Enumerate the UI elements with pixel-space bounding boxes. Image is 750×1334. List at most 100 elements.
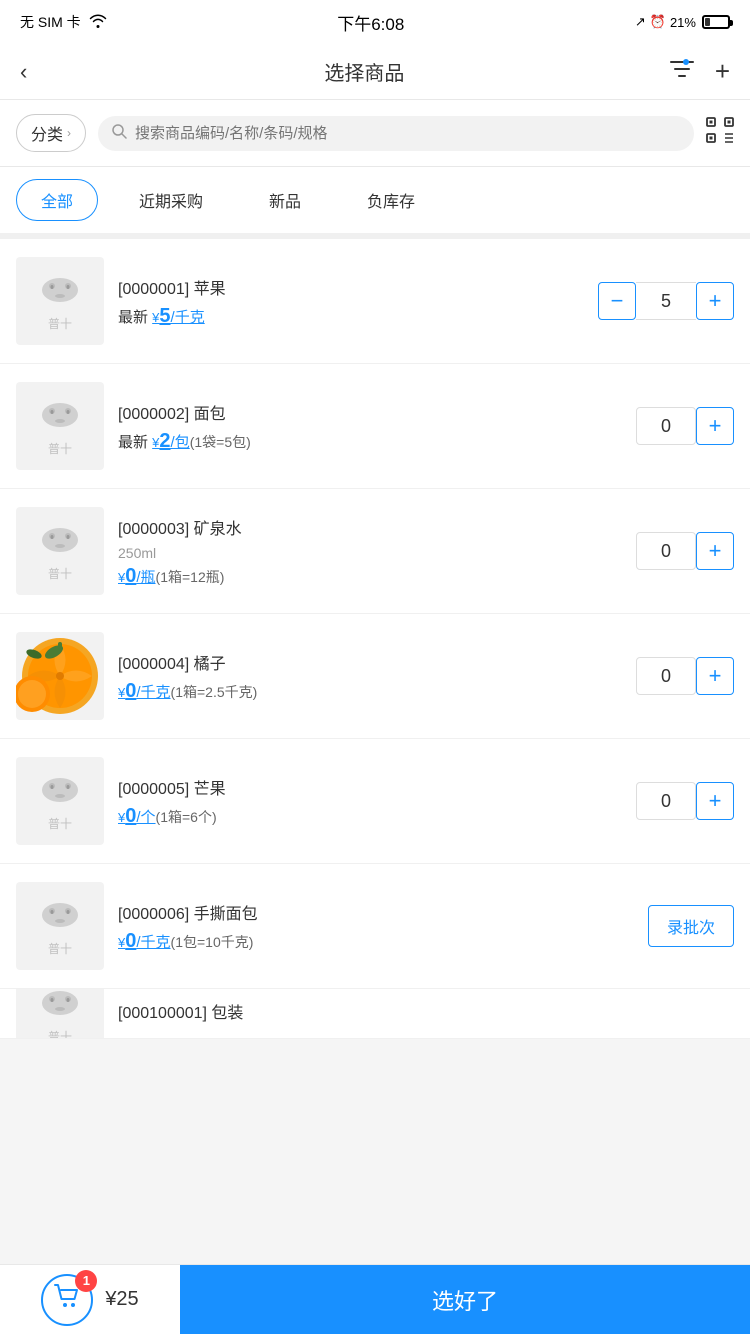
product-price: 最新 ¥2/包(1袋=5包)	[118, 430, 622, 453]
increase-button[interactable]: +	[696, 532, 734, 570]
product-price: ¥0/千克(1箱=2.5千克)	[118, 680, 622, 703]
brand-icon	[38, 520, 82, 561]
tab-recent[interactable]: 近期采购	[114, 179, 228, 221]
brand-text: 普十	[48, 1028, 72, 1040]
product-info: [0000003] 矿泉水 250ml ¥0/瓶(1箱=12瓶)	[118, 515, 622, 588]
product-image: 普十	[16, 882, 104, 970]
list-item: 普十 [0000005] 芒果 ¥0/个(1箱=6个) +	[0, 739, 750, 864]
filter-icon[interactable]	[669, 58, 695, 85]
product-info: [000100001] 包装	[118, 999, 734, 1029]
brand-text: 普十	[48, 440, 72, 457]
decrease-button[interactable]: −	[598, 282, 636, 320]
quantity-input[interactable]	[636, 782, 696, 820]
list-item: 普十 [0000006] 手撕面包 ¥0/千克(1包=10千克) 录批次	[0, 864, 750, 989]
cart-button[interactable]: 1	[41, 1274, 93, 1326]
search-wrapper	[98, 116, 694, 151]
brand-icon	[38, 270, 82, 311]
placeholder-image: 普十	[16, 882, 104, 970]
price-value: 0	[125, 680, 136, 702]
tab-negative-stock[interactable]: 负库存	[342, 179, 440, 221]
brand-text: 普十	[48, 315, 72, 332]
quantity-control: +	[636, 782, 734, 820]
filter-tabs: 全部 近期采购 新品 负库存	[0, 167, 750, 239]
cart-total: ¥25	[105, 1288, 138, 1311]
price-unit-text: /个	[136, 809, 155, 826]
list-item: 普十 [0000003] 矿泉水 250ml ¥0/瓶(1箱=12瓶) +	[0, 489, 750, 614]
tab-new[interactable]: 新品	[244, 179, 326, 221]
placeholder-image: 普十	[16, 507, 104, 595]
product-price: 最新 ¥5/千克	[118, 305, 584, 328]
category-button[interactable]: 分类 ›	[16, 114, 86, 152]
bottom-bar: 1 ¥25 选好了	[0, 1264, 750, 1334]
carrier-text: 无 SIM 卡	[20, 12, 81, 32]
product-image: 普十	[16, 382, 104, 470]
nav-actions: +	[669, 56, 730, 87]
confirm-button[interactable]: 选好了	[180, 1265, 750, 1334]
brand-text: 普十	[48, 940, 72, 957]
brand-icon	[38, 895, 82, 936]
quantity-input[interactable]	[636, 407, 696, 445]
price-value: 0	[125, 805, 136, 827]
quantity-control: +	[636, 407, 734, 445]
price-pack: (1包=10千克)	[171, 934, 254, 950]
quantity-control: +	[636, 532, 734, 570]
product-name: [0000001] 苹果	[118, 275, 584, 299]
price-pack: (1箱=6个)	[156, 809, 217, 825]
product-name: [0000005] 芒果	[118, 775, 622, 799]
wifi-icon	[89, 14, 107, 31]
list-item: 普十 [0000001] 苹果 最新 ¥5/千克 − +	[0, 239, 750, 364]
alarm-icon: ⏰	[650, 14, 666, 30]
quantity-input[interactable]	[636, 282, 696, 320]
battery-icon	[702, 15, 730, 29]
increase-button[interactable]: +	[696, 782, 734, 820]
batch-button[interactable]: 录批次	[648, 905, 734, 947]
battery-text: 21%	[670, 15, 696, 30]
tab-all[interactable]: 全部	[16, 179, 98, 221]
cart-area: 1 ¥25	[0, 1274, 180, 1326]
increase-button[interactable]: +	[696, 657, 734, 695]
brand-text: 普十	[48, 565, 72, 582]
price-unit-text: /千克	[136, 934, 170, 951]
placeholder-image: 普十	[16, 989, 104, 1039]
search-input[interactable]	[135, 125, 680, 142]
brand-icon	[38, 395, 82, 436]
price-value: 0	[125, 565, 136, 587]
price-unit-text: /瓶	[136, 569, 155, 586]
product-info: [0000001] 苹果 最新 ¥5/千克	[118, 275, 584, 328]
quantity-input[interactable]	[636, 532, 696, 570]
back-button[interactable]: ‹	[20, 59, 60, 85]
list-item: 普十 [000100001] 包装	[0, 989, 750, 1039]
product-image	[16, 632, 104, 720]
increase-button[interactable]: +	[696, 282, 734, 320]
list-item: 普十 [0000002] 面包 最新 ¥2/包(1袋=5包) +	[0, 364, 750, 489]
product-name: [0000006] 手撕面包	[118, 900, 634, 924]
quantity-control: +	[636, 657, 734, 695]
product-info: [0000002] 面包 最新 ¥2/包(1袋=5包)	[118, 400, 622, 453]
search-icon	[112, 124, 127, 143]
quantity-input[interactable]	[636, 657, 696, 695]
price-unit-text: /包	[171, 434, 190, 451]
placeholder-image: 普十	[16, 257, 104, 345]
price-value: 2	[159, 430, 170, 452]
product-price: ¥0/瓶(1箱=12瓶)	[118, 565, 622, 588]
status-time: 下午6:08	[337, 10, 404, 35]
price-pack: (1袋=5包)	[190, 434, 251, 450]
price-pack: (1箱=12瓶)	[156, 569, 225, 585]
chevron-right-icon: ›	[67, 126, 71, 140]
add-button[interactable]: +	[715, 56, 730, 87]
brand-icon	[38, 770, 82, 811]
product-name: [000100001] 包装	[118, 999, 734, 1023]
product-name: [0000004] 橘子	[118, 650, 622, 674]
product-image: 普十	[16, 757, 104, 845]
product-price: ¥0/个(1箱=6个)	[118, 805, 622, 828]
product-info: [0000006] 手撕面包 ¥0/千克(1包=10千克)	[118, 900, 634, 953]
status-right: ↗ ⏰ 21%	[635, 14, 730, 30]
brand-icon	[38, 989, 82, 1024]
nav-bar: ‹ 选择商品 +	[0, 44, 750, 100]
scan-icon[interactable]	[706, 117, 734, 149]
increase-button[interactable]: +	[696, 407, 734, 445]
search-area: 分类 ›	[0, 100, 750, 167]
quantity-control: − +	[598, 282, 734, 320]
status-left: 无 SIM 卡	[20, 12, 107, 32]
brand-text: 普十	[48, 815, 72, 832]
